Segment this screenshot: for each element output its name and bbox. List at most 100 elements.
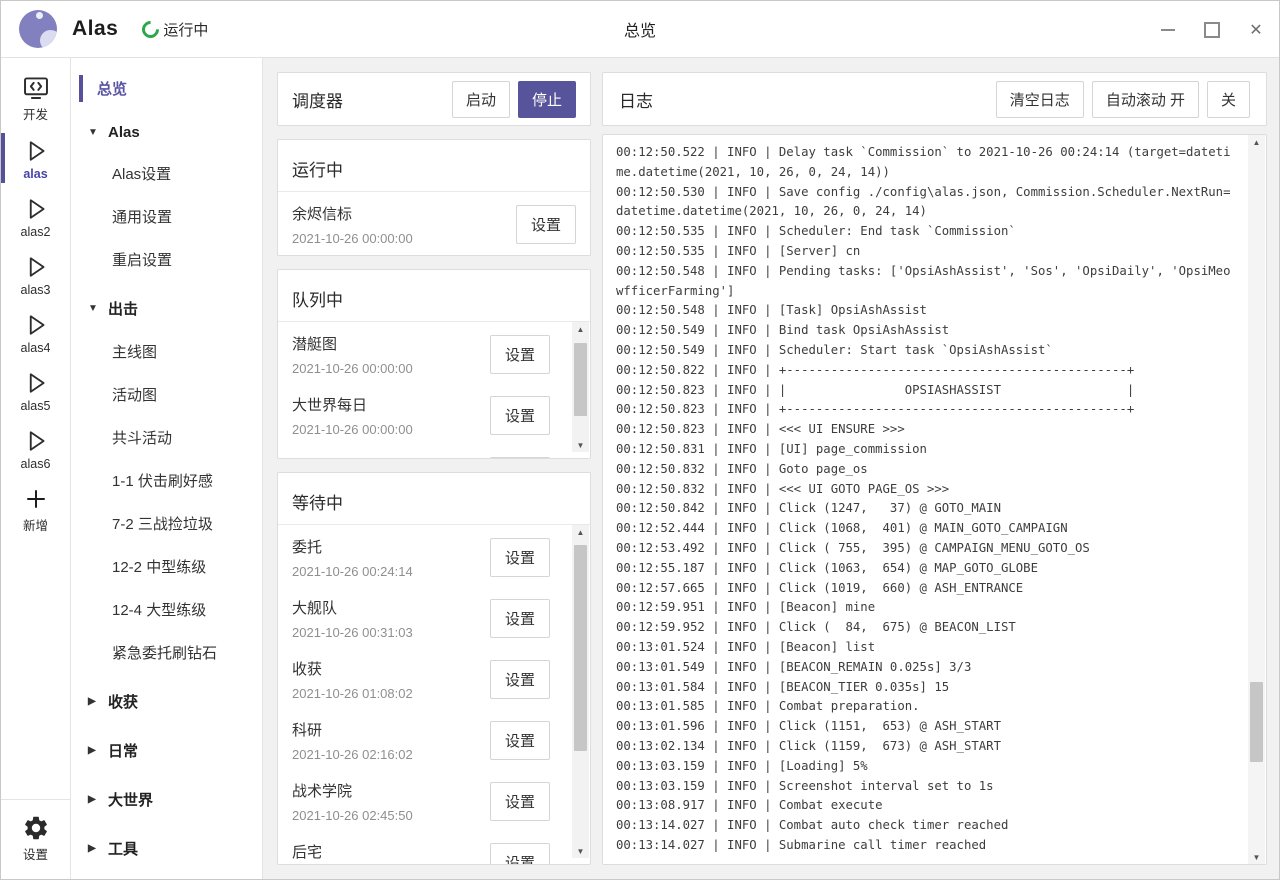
log-line: 00:12:59.952 | INFO | Click ( 84, 675) @… (616, 618, 1236, 638)
scroll-thumb[interactable] (574, 343, 587, 416)
task-setting-button[interactable]: 设置 (490, 457, 550, 459)
play-icon (21, 310, 51, 340)
menu-group-4[interactable]: ▶大世界 (71, 778, 262, 821)
scroll-thumb[interactable] (1250, 682, 1263, 762)
task-time: 2021-10-26 00:24:14 (292, 564, 413, 579)
task-setting-button[interactable]: 设置 (490, 396, 550, 435)
log-line: 00:12:52.444 | INFO | Click (1068, 401) … (616, 519, 1236, 539)
menu-item[interactable]: 活动图 (71, 373, 262, 416)
scroll-down-icon[interactable]: ▼ (572, 844, 589, 858)
menu-item[interactable]: 12-4 大型练级 (71, 588, 262, 631)
autoscroll-toggle-button[interactable]: 自动滚动 开 (1092, 81, 1199, 118)
log-line: 00:12:53.492 | INFO | Click ( 755, 395) … (616, 539, 1236, 559)
scroll-up-icon[interactable]: ▲ (572, 525, 589, 539)
clear-log-button[interactable]: 清空日志 (996, 81, 1084, 118)
task-time: 2021-10-26 01:08:02 (292, 686, 413, 701)
play-icon (21, 136, 51, 166)
task-setting-button[interactable]: 设置 (516, 205, 576, 244)
task-setting-button[interactable]: 设置 (490, 538, 550, 577)
scheduler-title: 调度器 (292, 87, 343, 112)
log-line: 00:12:57.665 | INFO | Click (1019, 660) … (616, 579, 1236, 599)
menu-item[interactable]: 1-1 伏击刷好感 (71, 459, 262, 502)
play-icon (21, 368, 51, 398)
task-info: 委托 2021-10-26 00:24:14 (292, 536, 413, 579)
task-setting-button[interactable]: 设置 (490, 782, 550, 821)
app-window: Alas 运行中 总览 ✕ 开发alasalas2alas3alas4alas5… (0, 0, 1280, 880)
log-title: 日志 (619, 87, 653, 112)
rail-item-alas6[interactable]: alas6 (1, 419, 70, 477)
task-name: 委托 (292, 536, 413, 557)
log-line: 00:12:59.951 | INFO | [Beacon] mine (616, 598, 1236, 618)
task-setting-button[interactable]: 设置 (490, 843, 550, 865)
rail-item-alas3[interactable]: alas3 (1, 245, 70, 303)
log-column: 日志 清空日志 自动滚动 开 关 00:12:50.522 | INFO | D… (602, 72, 1267, 865)
log-line: 00:12:50.823 | INFO | +-----------------… (616, 400, 1236, 420)
task-info: 战术学院2021-10-26 02:45:50 (292, 780, 413, 823)
task-setting-button[interactable]: 设置 (490, 660, 550, 699)
rail-item-label: alas2 (21, 225, 51, 239)
menu-group-5[interactable]: ▶ 工具 (71, 827, 262, 870)
running-card: 运行中 余烬信标2021-10-26 00:00:00设置 (277, 139, 591, 256)
task-setting-button[interactable]: 设置 (490, 599, 550, 638)
menu-item[interactable]: 7-2 三战捡垃圾 (71, 502, 262, 545)
autoscroll-off-button[interactable]: 关 (1207, 81, 1250, 118)
task-info: 后宅2021-10-26 04:19:27 (292, 841, 413, 865)
scheduler-stop-button[interactable]: 停止 (518, 81, 576, 118)
log-line: 00:12:55.187 | INFO | Click (1063, 654) … (616, 559, 1236, 579)
log-line: 00:13:03.159 | INFO | Screenshot interva… (616, 777, 1236, 797)
app-title: Alas (72, 17, 118, 41)
chevron-right-icon: ▶ (88, 843, 99, 854)
task-row: 大舰队2021-10-26 00:31:03 设置 (292, 588, 550, 649)
waiting-scrollbar[interactable]: ▲ ▼ (572, 525, 589, 858)
menu-group-2[interactable]: ▶收获 (71, 680, 262, 723)
play-icon (21, 252, 51, 282)
menu-item[interactable]: 重启设置 (71, 238, 262, 281)
menu-item[interactable]: 共斗活动 (71, 416, 262, 459)
menu-group-label: 工具 (108, 838, 138, 859)
scroll-up-icon[interactable]: ▲ (1248, 135, 1265, 149)
scheduler-start-button[interactable]: 启动 (452, 81, 510, 118)
rail-item-add[interactable]: 新增 (1, 477, 70, 540)
task-row: 大世界每日2021-10-26 00:00:00设置 (292, 385, 550, 446)
task-name: 余烬信标 (292, 203, 413, 224)
minimize-button[interactable] (1159, 21, 1177, 39)
rail-item-alas4[interactable]: alas4 (1, 303, 70, 361)
task-row: 战术学院2021-10-26 02:45:50 设置 (292, 771, 550, 832)
scroll-thumb[interactable] (574, 545, 587, 751)
menu-item[interactable]: 紧急委托刷钻石 (71, 631, 262, 674)
task-info: 大舰队2021-10-26 00:31:03 (292, 597, 413, 640)
menu-item[interactable]: Alas设置 (71, 152, 262, 195)
maximize-button[interactable] (1203, 21, 1221, 39)
log-line: 00:13:14.027 | INFO | Combat auto check … (616, 816, 1236, 836)
task-name: 短猫相接 (292, 455, 413, 459)
close-button[interactable]: ✕ (1247, 21, 1265, 39)
menu-item[interactable]: 通用设置 (71, 195, 262, 238)
rail-item-alas5[interactable]: alas5 (1, 361, 70, 419)
menu-group-1[interactable]: ▼出击 (71, 287, 262, 330)
chevron-right-icon: ▶ (88, 794, 99, 805)
rail-item-dev[interactable]: 开发 (1, 66, 70, 129)
rail-item-alas2[interactable]: alas2 (1, 187, 70, 245)
scroll-up-icon[interactable]: ▲ (572, 322, 589, 336)
log-line: 00:12:50.530 | INFO | Save config ./conf… (616, 183, 1236, 223)
menu-item[interactable]: 主线图 (71, 330, 262, 373)
menu-group-label: 出击 (108, 298, 138, 319)
menu-group-0[interactable]: ▼Alas (71, 113, 262, 152)
log-scrollbar[interactable]: ▲ ▼ (1248, 135, 1265, 864)
rail-item-settings[interactable]: 设置 (1, 806, 70, 869)
menu-item[interactable]: 12-2 中型练级 (71, 545, 262, 588)
scroll-down-icon[interactable]: ▼ (1248, 850, 1265, 864)
task-setting-button[interactable]: 设置 (490, 721, 550, 760)
task-setting-button[interactable]: 设置 (490, 335, 550, 374)
menu-item-overview[interactable]: 总览 (71, 70, 262, 107)
task-name: 大世界每日 (292, 394, 413, 415)
log-line: 00:12:50.522 | INFO | Delay task `Commis… (616, 143, 1236, 183)
pending-scrollbar[interactable]: ▲ ▼ (572, 322, 589, 452)
task-info: 短猫相接2021-10-26 00:00:00 (292, 455, 413, 459)
menu-group-3[interactable]: ▶日常 (71, 729, 262, 772)
log-line: 00:13:02.134 | INFO | Click (1159, 673) … (616, 737, 1236, 757)
task-row: 潜艇图2021-10-26 00:00:00设置 (292, 324, 550, 385)
rail-item-alas[interactable]: alas (1, 129, 70, 187)
scroll-down-icon[interactable]: ▼ (572, 438, 589, 452)
rail-item-label: alas5 (21, 399, 51, 413)
